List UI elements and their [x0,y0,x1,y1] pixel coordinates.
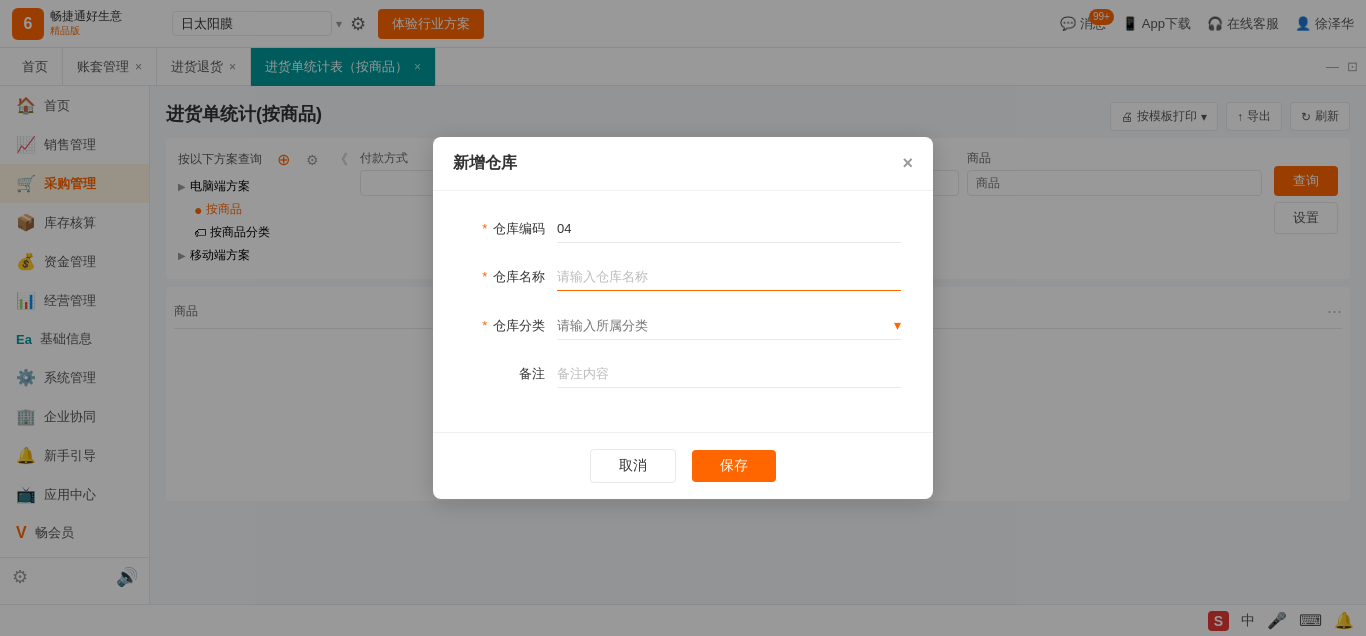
modal-new-warehouse: 新增仓库 × * 仓库编码 * 仓库名称 [433,137,933,499]
required-star-code: * [482,221,487,236]
modal-close-btn[interactable]: × [902,153,913,174]
form-row-code: * 仓库编码 [465,215,901,243]
notes-label: 备注 [465,365,545,383]
form-row-name: * 仓库名称 [465,263,901,291]
warehouse-category-label: * 仓库分类 [465,317,545,335]
form-row-notes: 备注 [465,360,901,388]
warehouse-name-input[interactable] [557,263,901,291]
warehouse-code-input[interactable] [557,215,901,243]
required-star-name: * [482,269,487,284]
warehouse-code-label: * 仓库编码 [465,220,545,238]
required-star-category: * [482,318,487,333]
warehouse-category-select-row[interactable]: ▾ [557,311,901,340]
cancel-btn[interactable]: 取消 [590,449,676,483]
category-dropdown-arrow: ▾ [894,317,901,333]
modal-title: 新增仓库 [453,153,517,174]
modal-footer: 取消 保存 [433,432,933,499]
modal-overlay[interactable]: 新增仓库 × * 仓库编码 * 仓库名称 [0,0,1366,636]
form-row-category: * 仓库分类 ▾ [465,311,901,340]
warehouse-name-label: * 仓库名称 [465,268,545,286]
modal-body: * 仓库编码 * 仓库名称 * 仓库分类 [433,191,933,432]
save-btn[interactable]: 保存 [692,450,776,482]
warehouse-category-input[interactable] [557,318,894,333]
modal-header: 新增仓库 × [433,137,933,191]
notes-input[interactable] [557,360,901,388]
